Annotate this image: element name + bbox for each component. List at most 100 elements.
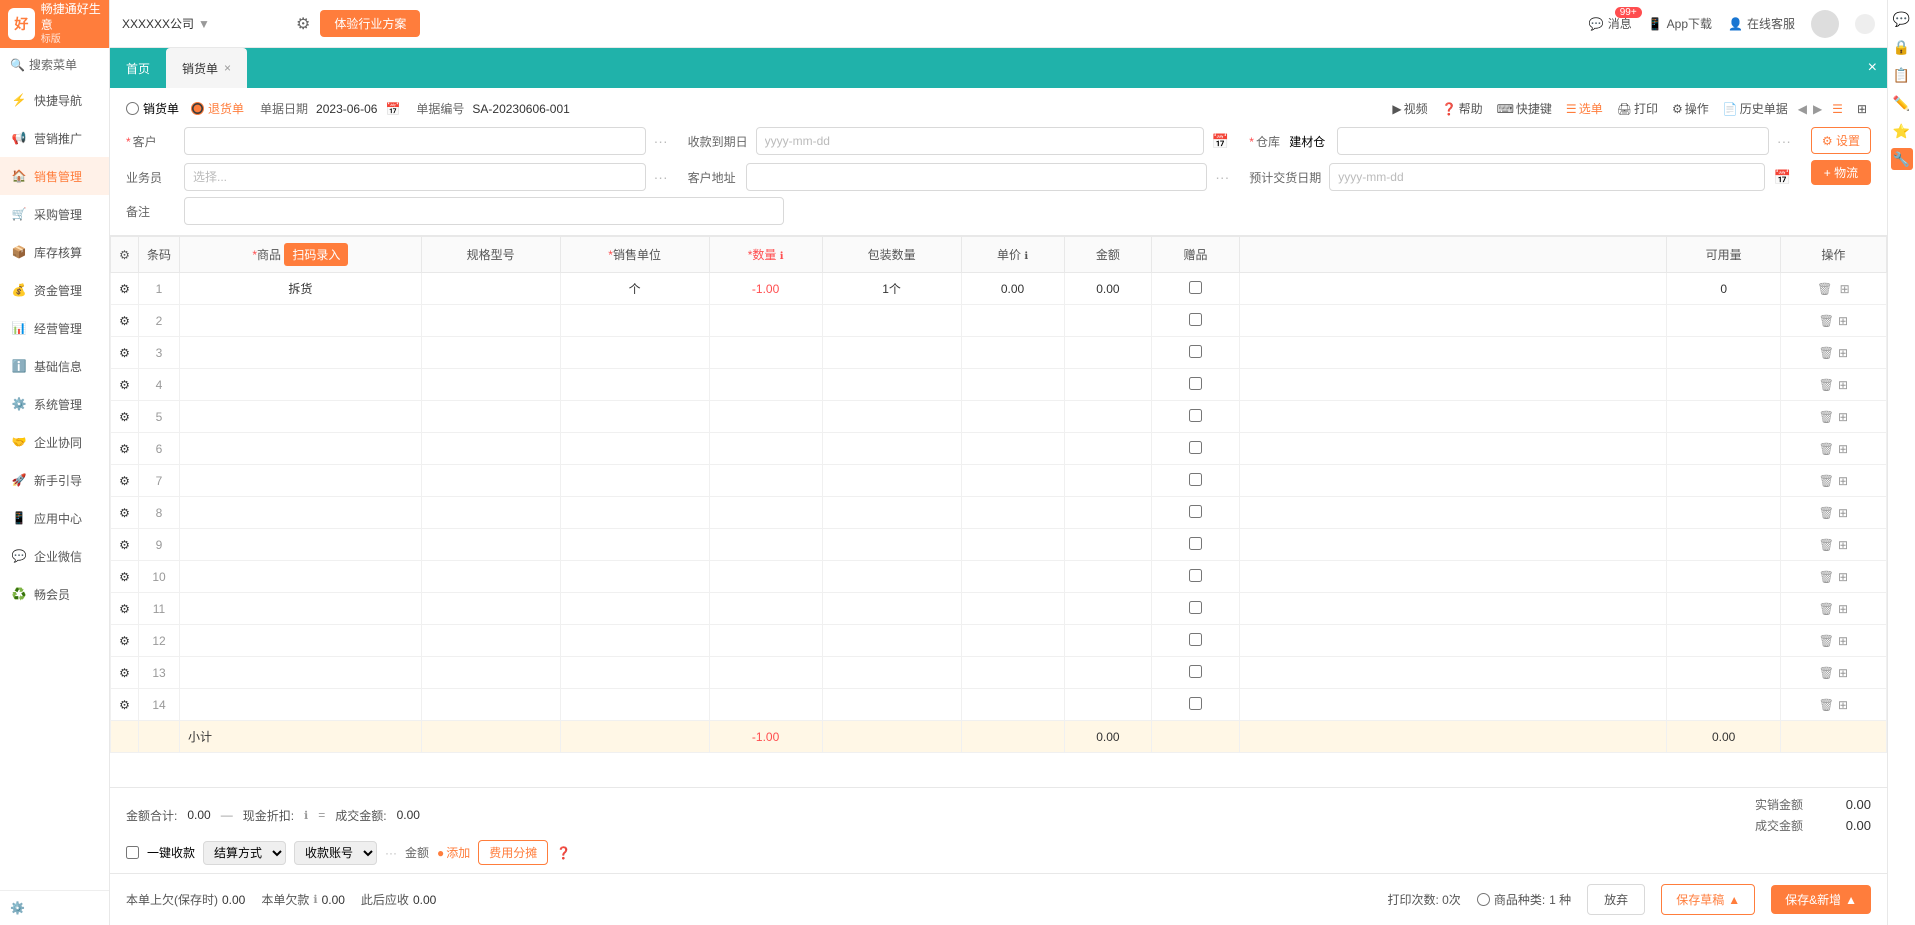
salesperson-input[interactable] xyxy=(184,163,646,191)
sidebar-item-quick-nav[interactable]: ⚡ 快捷导航 xyxy=(0,81,109,119)
th-available[interactable]: 可用量 xyxy=(1667,237,1780,273)
radio-sales[interactable] xyxy=(126,102,139,115)
salesperson-more-icon[interactable]: ··· xyxy=(654,169,668,185)
th-pkg-qty[interactable]: 包装数量 xyxy=(822,237,961,273)
estimated-date-calendar-icon[interactable]: 📅 xyxy=(1773,169,1790,186)
product-count-radio[interactable] xyxy=(1477,893,1490,906)
th-qty[interactable]: *数量 ℹ xyxy=(709,237,822,273)
right-panel-star[interactable]: ⭐ xyxy=(1891,120,1913,142)
remarks-input[interactable] xyxy=(184,197,784,225)
sidebar-item-basic[interactable]: ℹ️ 基础信息 xyxy=(0,347,109,385)
delete-icon[interactable]: 🗑 xyxy=(1819,346,1834,360)
right-panel-edit[interactable]: ✏️ xyxy=(1891,92,1913,114)
radio-sales-label[interactable]: 销货单 xyxy=(126,100,179,117)
account-select[interactable]: 收款账号 xyxy=(294,841,377,865)
row-qty[interactable]: -1.00 xyxy=(709,273,822,305)
sidebar-item-member[interactable]: ♻️ 畅会员 xyxy=(0,575,109,613)
nav-next[interactable]: ▶ xyxy=(1813,102,1822,116)
right-panel-tool[interactable]: 🔧 xyxy=(1891,148,1913,170)
save-draft-btn[interactable]: 保存草稿 ▲ xyxy=(1661,884,1755,915)
copy-icon[interactable]: ⊞ xyxy=(1838,410,1848,424)
row-pkg-qty[interactable]: 1个 xyxy=(822,273,961,305)
message-btn[interactable]: 💬 消息 99+ xyxy=(1589,15,1632,32)
th-amount[interactable]: 金额 xyxy=(1064,237,1152,273)
copy-icon[interactable]: ⊞ xyxy=(1838,570,1848,584)
gift-checkbox[interactable] xyxy=(1189,281,1202,294)
sidebar-item-purchase[interactable]: 🛒 采购管理 xyxy=(0,195,109,233)
copy-icon[interactable]: ⊞ xyxy=(1838,506,1848,520)
gift-checkbox[interactable] xyxy=(1189,537,1202,550)
copy-icon[interactable]: ⊞ xyxy=(1838,698,1848,712)
btn-help[interactable]: ❓ 帮助 xyxy=(1438,98,1487,119)
delete-icon[interactable]: 🗑 xyxy=(1819,666,1834,680)
th-product[interactable]: *商品 扫码录入 xyxy=(180,237,422,273)
gift-checkbox[interactable] xyxy=(1189,505,1202,518)
btn-history[interactable]: 📄 历史单据 xyxy=(1719,98,1792,119)
scan-btn[interactable]: 扫码录入 xyxy=(284,243,348,266)
right-panel-note[interactable]: 📋 xyxy=(1891,64,1913,86)
copy-icon[interactable]: ⊞ xyxy=(1838,442,1848,456)
calendar-icon[interactable]: 📅 xyxy=(385,102,400,116)
radio-return[interactable] xyxy=(191,102,204,115)
payment-method-select[interactable]: 结算方式 xyxy=(203,841,286,865)
customer-more-icon[interactable]: ··· xyxy=(654,133,668,149)
app-download-btn[interactable]: 📱 App下载 xyxy=(1648,15,1712,32)
row-product[interactable]: 拆货 xyxy=(180,273,422,305)
th-gift[interactable]: 赠品 xyxy=(1152,237,1240,273)
delete-icon[interactable]: 🗑 xyxy=(1819,378,1834,392)
sidebar-item-appstore[interactable]: 📱 应用中心 xyxy=(0,499,109,537)
row-gear[interactable]: ⚙ xyxy=(111,273,139,305)
sidebar-settings[interactable]: ⚙️ xyxy=(0,891,109,925)
estimated-date-input[interactable] xyxy=(1329,163,1765,191)
btn-layout1[interactable]: ☰ xyxy=(1828,100,1847,118)
btn-operate[interactable]: ⚙ 操作 xyxy=(1668,98,1713,119)
th-spec[interactable]: 规格型号 xyxy=(421,237,560,273)
delete-icon[interactable]: 🗑 xyxy=(1819,602,1834,616)
th-barcode[interactable]: 条码 xyxy=(139,237,180,273)
add-payment-btn[interactable]: ● 添加 xyxy=(437,844,470,861)
warehouse-input[interactable] xyxy=(1337,127,1769,155)
copy-icon[interactable]: ⊞ xyxy=(1838,634,1848,648)
abandon-btn[interactable]: 放弃 xyxy=(1587,884,1645,915)
sidebar-item-wechat[interactable]: 💬 企业微信 xyxy=(0,537,109,575)
gift-checkbox[interactable] xyxy=(1189,441,1202,454)
btn-video[interactable]: ▶ 视频 xyxy=(1388,98,1431,119)
row-amount[interactable]: 0.00 xyxy=(1064,273,1152,305)
customer-input[interactable] xyxy=(184,127,646,155)
payment-date-input[interactable] xyxy=(756,127,1204,155)
sidebar-item-finance[interactable]: 💰 资金管理 xyxy=(0,271,109,309)
sidebar-item-sales[interactable]: 🏠 销售管理 xyxy=(0,157,109,195)
copy-icon[interactable]: ⊞ xyxy=(1838,602,1848,616)
sidebar-item-guide[interactable]: 🚀 新手引导 xyxy=(0,461,109,499)
gift-checkbox[interactable] xyxy=(1189,345,1202,358)
copy-icon[interactable]: ⊞ xyxy=(1838,346,1848,360)
gift-checkbox[interactable] xyxy=(1189,665,1202,678)
sidebar-item-operations[interactable]: 📊 经营管理 xyxy=(0,309,109,347)
th-unit[interactable]: *销售单位 xyxy=(560,237,709,273)
customer-address-input[interactable] xyxy=(746,163,1208,191)
gift-checkbox[interactable] xyxy=(1189,473,1202,486)
one-click-payment-checkbox[interactable] xyxy=(126,846,139,859)
payment-date-calendar-icon[interactable]: 📅 xyxy=(1212,133,1229,150)
warehouse-more-icon[interactable]: ··· xyxy=(1777,133,1791,149)
th-price[interactable]: 单价 ℹ xyxy=(961,237,1064,273)
row-price[interactable]: 0.00 xyxy=(961,273,1064,305)
row-unit[interactable]: 个 xyxy=(560,273,709,305)
gift-checkbox[interactable] xyxy=(1189,313,1202,326)
company-selector[interactable]: XXXXXX公司 ▼ xyxy=(122,15,282,32)
radio-return-label[interactable]: 退货单 xyxy=(191,100,244,117)
delete-icon[interactable]: 🗑 xyxy=(1819,506,1834,520)
avatar2[interactable] xyxy=(1855,14,1875,34)
delete-icon[interactable]: 🗑 xyxy=(1819,538,1834,552)
delete-icon[interactable]: 🗑 xyxy=(1819,474,1834,488)
address-more-icon[interactable]: ··· xyxy=(1215,169,1229,185)
copy-icon[interactable]: ⊞ xyxy=(1840,282,1850,296)
copy-icon[interactable]: ⊞ xyxy=(1838,666,1848,680)
copy-icon[interactable]: ⊞ xyxy=(1838,314,1848,328)
right-panel-chat[interactable]: 💬 xyxy=(1891,8,1913,30)
expense-btn[interactable]: 费用分摊 xyxy=(478,840,548,865)
online-service-btn[interactable]: 👤 在线客服 xyxy=(1728,15,1795,32)
row-gift[interactable] xyxy=(1152,273,1240,305)
setting-btn[interactable]: ⚙ 设置 xyxy=(1811,127,1871,154)
gear-button[interactable]: ⚙ xyxy=(296,14,310,34)
